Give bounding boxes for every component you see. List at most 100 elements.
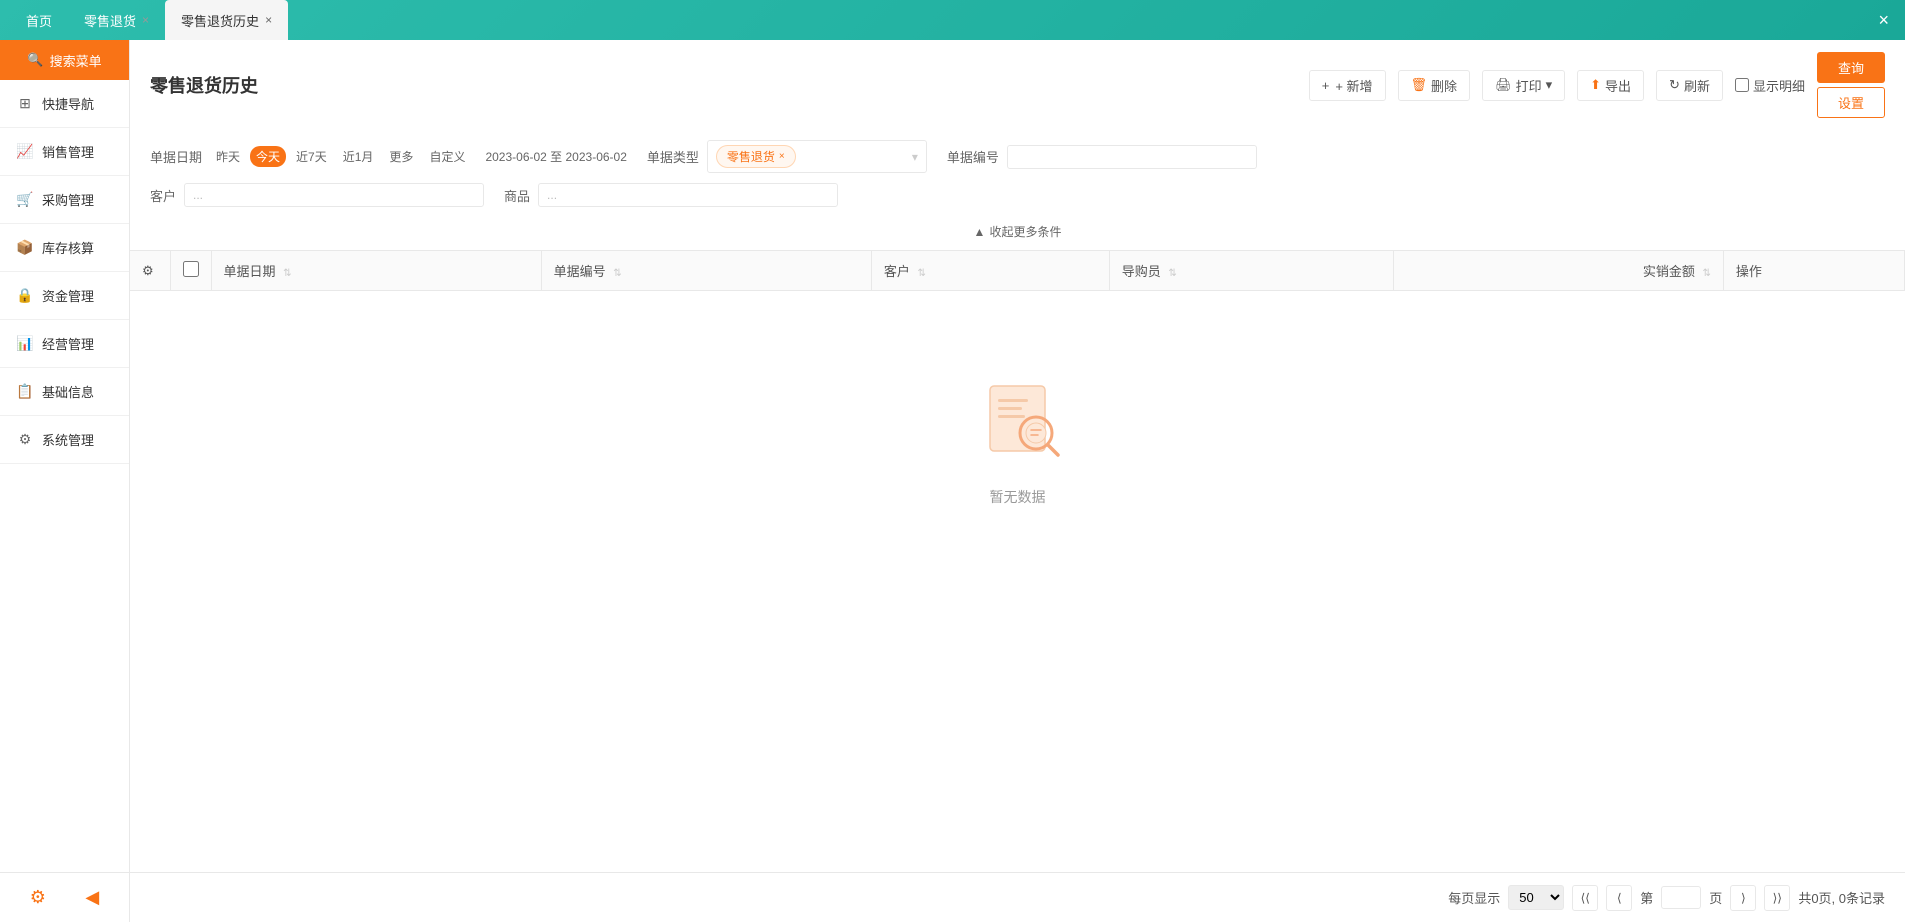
date-filter-label: 单据日期 xyxy=(150,147,202,166)
type-filter: 单据类型 零售退货 × ▾ xyxy=(647,140,927,173)
first-page-button[interactable]: ⟨⟨ xyxy=(1572,885,1598,911)
system-icon: ⚙ xyxy=(16,431,34,449)
per-page-label: 每页显示 xyxy=(1448,888,1500,907)
column-setting-icon[interactable]: ⚙ xyxy=(142,263,154,278)
sort-doc-no-icon[interactable]: ⇅ xyxy=(613,268,621,279)
prev-page-button[interactable]: ⟨ xyxy=(1606,885,1632,911)
th-guide: 导购员 ⇅ xyxy=(1109,251,1393,291)
sidebar-item-quick-nav[interactable]: ⊞ 快捷导航 xyxy=(0,80,129,128)
per-page-select[interactable]: 20 50 100 xyxy=(1508,885,1564,910)
setting-button[interactable]: 设置 xyxy=(1817,87,1885,118)
type-select-arrow: ▾ xyxy=(912,150,918,164)
query-setting-group: 查询 设置 xyxy=(1817,52,1885,118)
sidebar-item-sales-mgmt[interactable]: 📈 销售管理 xyxy=(0,128,129,176)
toolbar: + + 新增 🗑 删除 🖨 打印 ▾ ⬆ 导出 xyxy=(1309,52,1885,118)
date-opt-7days[interactable]: 近7天 xyxy=(290,146,333,167)
print-dropdown-icon: ▾ xyxy=(1546,77,1553,93)
th-customer: 客户 ⇅ xyxy=(871,251,1109,291)
page-suffix: 页 xyxy=(1709,888,1722,907)
type-filter-label: 单据类型 xyxy=(647,147,699,166)
goods-filter-input[interactable]: ... xyxy=(538,183,838,207)
window-close-button[interactable]: × xyxy=(1862,10,1905,31)
sidebar-item-operations[interactable]: 📊 经营管理 xyxy=(0,320,129,368)
delete-icon: 🗑 xyxy=(1411,77,1428,93)
add-icon: + xyxy=(1322,78,1330,93)
sidebar-item-system[interactable]: ⚙ 系统管理 xyxy=(0,416,129,464)
customer-filter-input[interactable]: ... xyxy=(184,183,484,207)
collapse-bar[interactable]: ▲ 收起更多条件 xyxy=(150,217,1885,246)
pagination-bar: 每页显示 20 50 100 ⟨⟨ ⟨ 第 1 页 ⟩ ⟩⟩ 共0页, 0条记录 xyxy=(130,872,1905,922)
goods-filter-label: 商品 xyxy=(504,186,530,205)
date-opt-today[interactable]: 今天 xyxy=(250,146,286,167)
export-icon: ⬆ xyxy=(1590,77,1601,93)
close-retail-return-history-tab[interactable]: × xyxy=(265,13,272,27)
page-input[interactable]: 1 xyxy=(1661,886,1701,909)
export-button[interactable]: ⬆ 导出 xyxy=(1577,70,1644,101)
table-head: ⚙ 单据日期 ⇅ 单据编号 ⇅ xyxy=(130,251,1905,291)
refresh-button[interactable]: ↻ 刷新 xyxy=(1656,70,1723,101)
query-button[interactable]: 查询 xyxy=(1817,52,1885,83)
sidebar-item-finance[interactable]: 🔒 资金管理 xyxy=(0,272,129,320)
page-header: 零售退货历史 + + 新增 🗑 删除 🖨 打印 ▾ xyxy=(130,40,1905,251)
filter-row-2: 客户 ... 商品 ... xyxy=(150,183,1885,207)
tab-home[interactable]: 首页 xyxy=(10,0,68,40)
close-retail-return-tab[interactable]: × xyxy=(142,13,149,27)
sidebar-search[interactable]: 🔍 搜索菜单 xyxy=(0,40,129,80)
date-opt-custom[interactable]: 自定义 xyxy=(423,146,471,167)
sidebar-item-inventory[interactable]: 📦 库存核算 xyxy=(0,224,129,272)
date-opt-1month[interactable]: 近1月 xyxy=(337,146,380,167)
filter-row-1: 单据日期 昨天 今天 近7天 近1月 更多 自定义 2023-06-02 至 2… xyxy=(150,140,1885,173)
filter-area: 单据日期 昨天 今天 近7天 近1月 更多 自定义 2023-06-02 至 2… xyxy=(150,130,1885,246)
page-prefix: 第 xyxy=(1640,888,1653,907)
print-button[interactable]: 🖨 打印 ▾ xyxy=(1482,70,1565,101)
top-bar: 首页 零售退货 × 零售退货历史 × × xyxy=(0,0,1905,40)
inventory-icon: 📦 xyxy=(16,239,34,257)
last-page-button[interactable]: ⟩⟩ xyxy=(1764,885,1790,911)
add-button[interactable]: + + 新增 xyxy=(1309,70,1386,101)
type-filter-select[interactable]: 零售退货 × ▾ xyxy=(707,140,927,173)
page-title: 零售退货历史 xyxy=(150,72,258,98)
next-page-button[interactable]: ⟩ xyxy=(1730,885,1756,911)
docno-filter: 单据编号 xyxy=(947,145,1257,169)
sort-guide-icon[interactable]: ⇅ xyxy=(1168,268,1176,279)
date-opt-yesterday[interactable]: 昨天 xyxy=(210,146,246,167)
basic-info-icon: 📋 xyxy=(16,383,34,401)
page-title-row: 零售退货历史 + + 新增 🗑 删除 🖨 打印 ▾ xyxy=(150,52,1885,118)
sidebar: 🔍 搜索菜单 ⊞ 快捷导航 📈 销售管理 🛒 采购管理 📦 库存核算 🔒 xyxy=(0,40,130,922)
tab-retail-return[interactable]: 零售退货 × xyxy=(68,0,165,40)
table-container: ⚙ 单据日期 ⇅ 单据编号 ⇅ xyxy=(130,251,1905,872)
search-icon: 🔍 xyxy=(27,52,43,68)
date-range-value: 2023-06-02 至 2023-06-02 xyxy=(485,148,626,165)
content-area: 零售退货历史 + + 新增 🗑 删除 🖨 打印 ▾ xyxy=(130,40,1905,922)
docno-filter-label: 单据编号 xyxy=(947,147,999,166)
sort-doc-date-icon[interactable]: ⇅ xyxy=(283,268,291,279)
docno-filter-input[interactable] xyxy=(1007,145,1257,169)
print-icon: 🖨 xyxy=(1495,77,1512,93)
total-label: 共0页, 0条记录 xyxy=(1798,888,1885,907)
tab-bar: 首页 零售退货 × 零售退货历史 × xyxy=(10,0,1862,40)
sort-amount-icon[interactable]: ⇅ xyxy=(1703,268,1711,279)
tab-retail-return-history[interactable]: 零售退货历史 × xyxy=(165,0,288,40)
sort-customer-icon[interactable]: ⇅ xyxy=(917,268,925,279)
settings-bottom-icon[interactable]: ⚙ xyxy=(30,887,46,908)
finance-icon: 🔒 xyxy=(16,287,34,305)
quick-nav-icon: ⊞ xyxy=(16,95,34,113)
data-table: ⚙ 单据日期 ⇅ 单据编号 ⇅ xyxy=(130,251,1905,291)
select-all-checkbox[interactable] xyxy=(183,261,199,277)
collapse-up-icon: ▲ xyxy=(974,225,986,239)
purchase-mgmt-icon: 🛒 xyxy=(16,191,34,209)
type-tag-close[interactable]: × xyxy=(779,151,785,162)
date-opt-more[interactable]: 更多 xyxy=(383,146,419,167)
customer-filter: 客户 ... xyxy=(150,183,484,207)
th-doc-date: 单据日期 ⇅ xyxy=(211,251,541,291)
show-detail-checkbox[interactable] xyxy=(1735,78,1749,92)
operations-icon: 📊 xyxy=(16,335,34,353)
collapse-sidebar-icon[interactable]: ◀ xyxy=(85,887,99,908)
customer-filter-label: 客户 xyxy=(150,186,176,205)
sidebar-bottom: ⚙ ◀ xyxy=(0,872,129,922)
refresh-icon: ↻ xyxy=(1669,77,1680,93)
show-detail-toggle[interactable]: 显示明细 xyxy=(1735,76,1805,95)
sidebar-item-basic-info[interactable]: 📋 基础信息 xyxy=(0,368,129,416)
sidebar-item-purchase-mgmt[interactable]: 🛒 采购管理 xyxy=(0,176,129,224)
delete-button[interactable]: 🗑 删除 xyxy=(1398,70,1471,101)
